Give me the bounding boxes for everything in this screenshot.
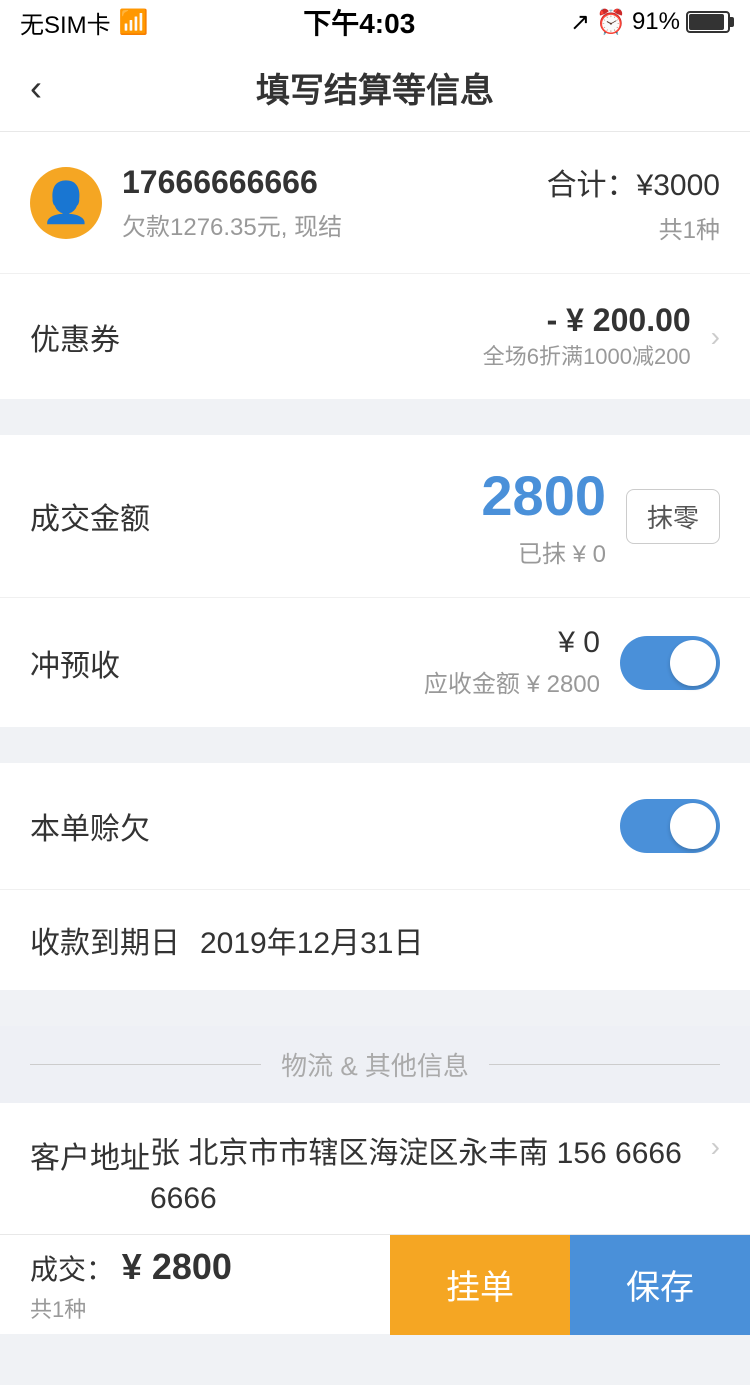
bottom-deal-count: 共1种 <box>30 1292 360 1324</box>
amount-card: 成交金额 2800 已抹 ¥ 0 抹零 冲预收 ¥ 0 应收金额 ¥ 2800 <box>0 435 750 727</box>
user-phone: 17666666666 <box>122 164 547 201</box>
prepay-amount-col: ¥ 0 应收金额 ¥ 2800 <box>424 626 600 699</box>
amount-label: 成交金额 <box>30 494 481 538</box>
status-right: ↗ ⏰ 91% <box>570 8 730 37</box>
wifi-icon: 📶 <box>119 8 149 37</box>
prepay-sub: 应收金额 ¥ 2800 <box>424 664 600 699</box>
address-row[interactable]: 客户地址 张 北京市市辖区海淀区永丰南 156 6666 6666 › <box>0 1103 750 1249</box>
coupon-row[interactable]: 优惠券 - ¥ 200.00 全场6折满1000减200 › <box>0 273 750 399</box>
amount-col: 2800 已抹 ¥ 0 <box>481 463 606 569</box>
address-chevron-icon: › <box>711 1131 720 1163</box>
alarm-icon: ⏰ <box>596 8 626 37</box>
logistics-divider-text: 物流 & 其他信息 <box>261 1046 489 1083</box>
due-date-value: 2019年12月31日 <box>200 918 423 962</box>
bottom-deal-line: 成交： ¥ 2800 <box>30 1246 360 1288</box>
coupon-label: 优惠券 <box>30 315 483 359</box>
location-icon: ↗ <box>570 8 590 37</box>
status-time: 下午4:03 <box>303 2 415 42</box>
coupon-right: - ¥ 200.00 全场6折满1000减200 › <box>483 302 720 371</box>
due-date-row: 收款到期日 2019年12月31日 <box>0 889 750 990</box>
section-separator-2 <box>0 743 750 763</box>
amount-sub: 已抹 ¥ 0 <box>518 534 606 569</box>
round-zero-button[interactable]: 抹零 <box>626 489 720 544</box>
save-button[interactable]: 保存 <box>570 1235 750 1335</box>
prepay-value: ¥ 0 <box>558 626 600 660</box>
total-count: 共1种 <box>547 210 720 245</box>
amount-right: 2800 已抹 ¥ 0 抹零 <box>481 463 720 569</box>
battery-percent: 91% <box>632 8 680 36</box>
section-separator-1 <box>0 415 750 435</box>
bottom-deal-amount: ¥ 2800 <box>122 1246 232 1287</box>
debt-toggle[interactable] <box>620 799 720 853</box>
due-date-label: 收款到期日 <box>30 918 180 962</box>
address-value: 张 北京市市辖区海淀区永丰南 156 6666 6666 <box>150 1131 701 1221</box>
user-total: 合计：¥3000 共1种 <box>547 160 720 245</box>
logistics-section-divider: 物流 & 其他信息 <box>0 1026 750 1103</box>
user-row: 👤 17666666666 欠款1276.35元, 现结 合计：¥3000 共1… <box>0 132 750 273</box>
nav-bar: ‹ 填写结算等信息 <box>0 44 750 132</box>
amount-row: 成交金额 2800 已抹 ¥ 0 抹零 <box>0 435 750 597</box>
address-label: 客户地址 <box>30 1131 150 1177</box>
bottom-bar: 成交： ¥ 2800 共1种 挂单 保存 <box>0 1234 750 1334</box>
hang-button[interactable]: 挂单 <box>390 1235 570 1335</box>
status-bar: 无SIM卡 📶 下午4:03 ↗ ⏰ 91% <box>0 0 750 44</box>
amount-value: 2800 <box>481 463 606 528</box>
prepay-label: 冲预收 <box>30 641 424 685</box>
section-separator-3 <box>0 1006 750 1026</box>
divider-line-left <box>30 1064 261 1065</box>
status-left: 无SIM卡 📶 <box>20 5 149 40</box>
divider-line-right <box>489 1064 720 1065</box>
coupon-desc: 全场6折满1000减200 <box>483 339 691 371</box>
coupon-discount: - ¥ 200.00 <box>483 302 691 339</box>
address-card: 客户地址 张 北京市市辖区海淀区永丰南 156 6666 6666 › <box>0 1103 750 1249</box>
prepay-toggle[interactable] <box>620 636 720 690</box>
page-title: 填写结算等信息 <box>90 63 660 112</box>
carrier-text: 无SIM卡 <box>20 5 111 40</box>
user-card: 👤 17666666666 欠款1276.35元, 现结 合计：¥3000 共1… <box>0 132 750 399</box>
debt-row: 本单赊欠 <box>0 763 750 889</box>
total-amount: 合计：¥3000 <box>547 160 720 204</box>
bottom-info: 成交： ¥ 2800 共1种 <box>0 1246 390 1324</box>
back-button[interactable]: ‹ <box>30 67 90 109</box>
debt-card: 本单赊欠 收款到期日 2019年12月31日 <box>0 763 750 990</box>
prepay-row: 冲预收 ¥ 0 应收金额 ¥ 2800 <box>0 597 750 727</box>
bottom-deal-label: 成交： <box>30 1254 114 1285</box>
avatar: 👤 <box>30 167 102 239</box>
battery-icon <box>686 11 730 33</box>
user-info: 17666666666 欠款1276.35元, 现结 <box>122 164 547 242</box>
debt-label: 本单赊欠 <box>30 804 620 848</box>
coupon-chevron-icon: › <box>711 321 720 353</box>
user-debt: 欠款1276.35元, 现结 <box>122 207 547 242</box>
avatar-icon: 👤 <box>41 179 91 226</box>
